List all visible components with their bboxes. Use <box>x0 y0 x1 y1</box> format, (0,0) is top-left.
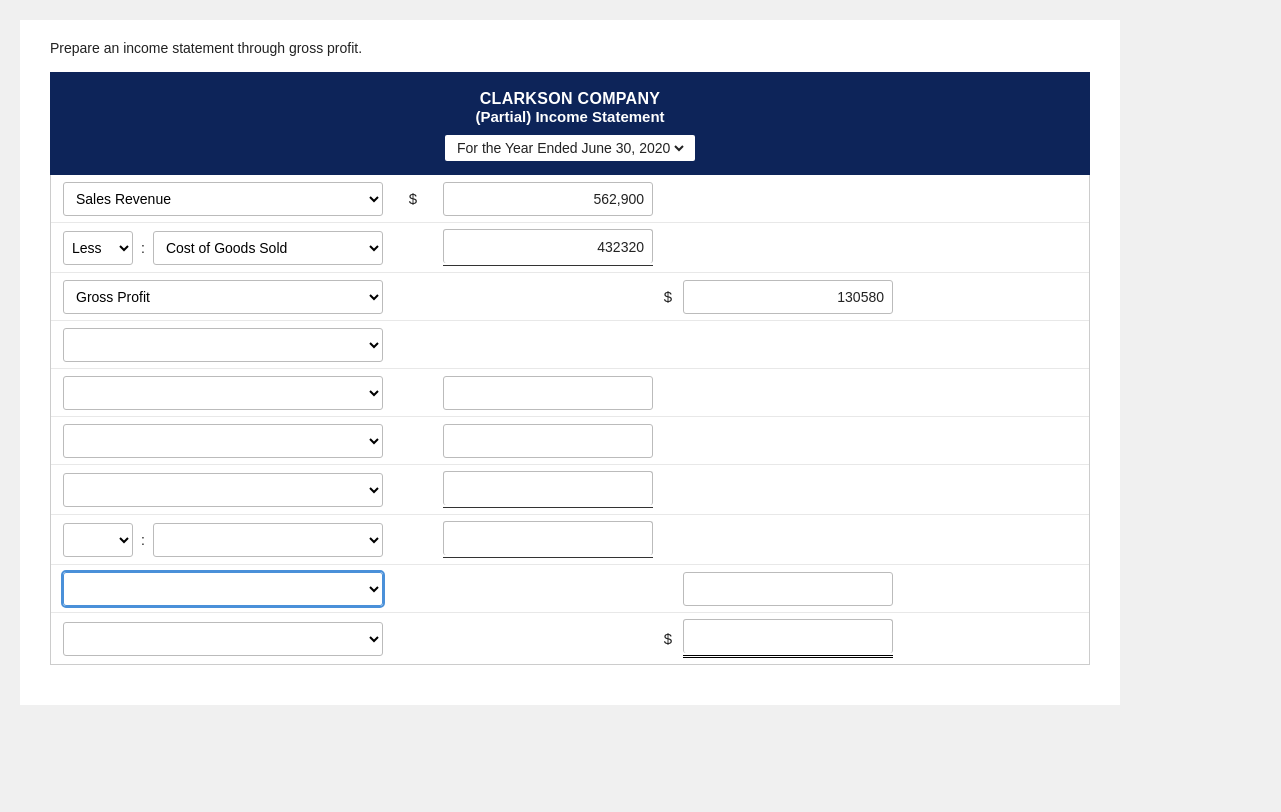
amount1-col-empty2[interactable] <box>443 376 653 410</box>
empty2-select[interactable] <box>63 376 383 410</box>
row-cogs: Less : Cost of Goods Sold <box>51 223 1089 273</box>
amount2-col-gp[interactable] <box>683 280 893 314</box>
less2-input[interactable] <box>443 521 653 555</box>
label-col-empty1[interactable] <box>63 328 383 362</box>
cogs-select[interactable]: Cost of Goods Sold <box>153 231 383 265</box>
last-select[interactable] <box>63 622 383 656</box>
label-col-empty4[interactable] <box>63 473 383 507</box>
date-select[interactable]: For the Year Ended June 30, 2020 <box>453 139 687 157</box>
amount1-col-less2[interactable] <box>443 521 653 558</box>
instruction-text: Prepare an income statement through gros… <box>50 40 1090 56</box>
right-empty-input[interactable] <box>683 572 893 606</box>
sales-revenue-input[interactable] <box>443 182 653 216</box>
label-col-sales[interactable]: Sales Revenue <box>63 182 383 216</box>
statement-header: CLARKSON COMPANY (Partial) Income Statem… <box>50 72 1090 175</box>
colon-label: : <box>139 240 147 256</box>
page-container: Prepare an income statement through gros… <box>20 20 1120 705</box>
label-col-last[interactable] <box>63 622 383 656</box>
row-empty4 <box>51 465 1089 515</box>
amount2-col-right-empty[interactable] <box>683 572 893 606</box>
gross-profit-input[interactable] <box>683 280 893 314</box>
sales-revenue-select[interactable]: Sales Revenue <box>63 182 383 216</box>
less2-right-select[interactable] <box>153 523 383 557</box>
label-col-empty3[interactable] <box>63 424 383 458</box>
amount1-col-cogs[interactable] <box>443 229 653 266</box>
less-select[interactable]: Less <box>63 231 133 265</box>
amount2-col-last[interactable] <box>683 619 893 658</box>
empty3-select[interactable] <box>63 424 383 458</box>
amount1-col-empty4[interactable] <box>443 471 653 508</box>
focused-select[interactable] <box>63 572 383 606</box>
row-gross-profit: Gross Profit $ <box>51 273 1089 321</box>
colon2-label: : <box>139 532 147 548</box>
company-name: CLARKSON COMPANY <box>70 90 1070 108</box>
amount1-col-empty3[interactable] <box>443 424 653 458</box>
empty2-input[interactable] <box>443 376 653 410</box>
gross-profit-select[interactable]: Gross Profit <box>63 280 383 314</box>
dollar-mid-sales: $ <box>383 190 443 207</box>
label-col-empty2[interactable] <box>63 376 383 410</box>
empty3-input[interactable] <box>443 424 653 458</box>
row-empty2 <box>51 369 1089 417</box>
row-empty1 <box>51 321 1089 369</box>
last-amount-input[interactable] <box>683 619 893 653</box>
label-col-less2[interactable]: : <box>63 523 383 557</box>
empty4-input[interactable] <box>443 471 653 505</box>
label-col-gp[interactable]: Gross Profit <box>63 280 383 314</box>
statement-body: Sales Revenue $ Less : Cos <box>50 175 1090 665</box>
dollar2-gp: $ <box>653 288 683 305</box>
date-select-wrapper[interactable]: For the Year Ended June 30, 2020 <box>445 135 695 161</box>
label-col-focused[interactable] <box>63 572 383 606</box>
row-empty3 <box>51 417 1089 465</box>
less2-left-select[interactable] <box>63 523 133 557</box>
statement-title: (Partial) Income Statement <box>70 108 1070 125</box>
row-focused <box>51 565 1089 613</box>
row-less2: : <box>51 515 1089 565</box>
dollar2-last: $ <box>653 630 683 647</box>
cogs-input[interactable] <box>443 229 653 263</box>
empty4-select[interactable] <box>63 473 383 507</box>
amount1-col-sales[interactable] <box>443 182 653 216</box>
row-last: $ <box>51 613 1089 664</box>
row-sales-revenue: Sales Revenue $ <box>51 175 1089 223</box>
label-col-cogs[interactable]: Less : Cost of Goods Sold <box>63 231 383 265</box>
empty1-select[interactable] <box>63 328 383 362</box>
